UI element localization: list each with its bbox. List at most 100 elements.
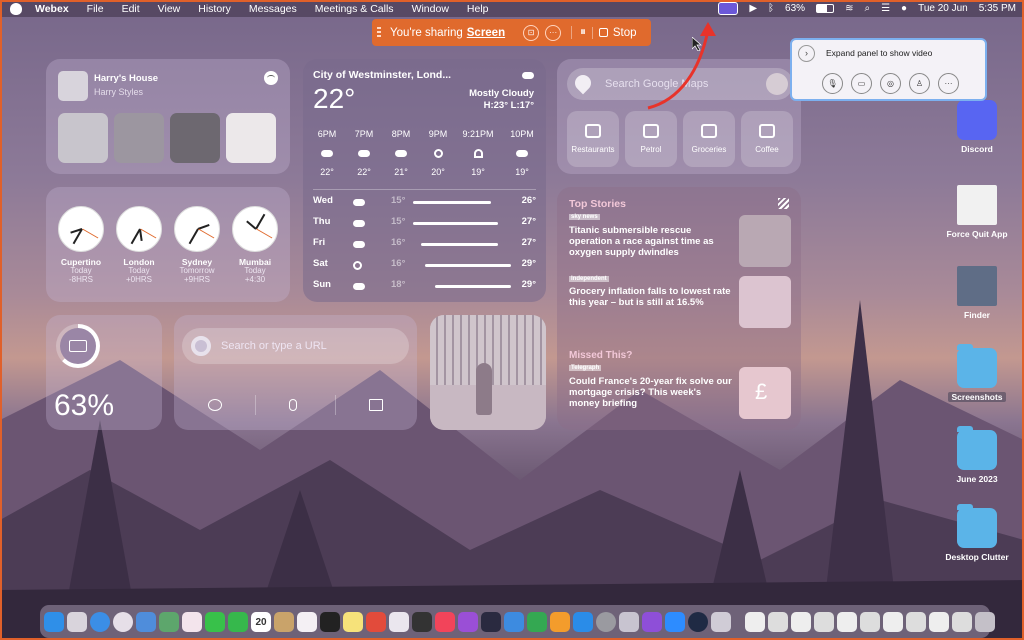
menu-history[interactable]: History <box>189 3 240 15</box>
document-icon[interactable] <box>952 611 972 632</box>
maps-category-coffee[interactable]: Coffee <box>741 111 793 167</box>
mail-icon[interactable] <box>136 611 156 632</box>
reminders-icon[interactable] <box>297 611 317 632</box>
photo-widget[interactable] <box>430 315 546 430</box>
menu-messages[interactable]: Messages <box>240 3 306 15</box>
world-clock-widget[interactable]: Cupertino Today -8HRS London Today +0HRS… <box>46 187 290 302</box>
menu-help[interactable]: Help <box>458 3 498 15</box>
numbers-icon[interactable] <box>527 611 547 632</box>
system-settings-icon[interactable] <box>596 611 616 632</box>
menu-edit[interactable]: Edit <box>113 3 149 15</box>
album-thumbnail[interactable] <box>226 113 276 163</box>
participants-button[interactable]: ♙ <box>909 73 930 94</box>
desktop-icon-june-2023[interactable]: June 2023 <box>937 426 1017 484</box>
control-center-icon[interactable]: ☰ <box>881 3 890 14</box>
news-headline[interactable]: Grocery inflation falls to lowest rate t… <box>569 286 734 308</box>
avatar[interactable] <box>766 73 788 95</box>
desktop-icon-finder[interactable]: Finder <box>937 266 1017 320</box>
siri-icon[interactable]: ● <box>901 3 907 14</box>
apple-icon[interactable] <box>10 2 22 15</box>
battery-widget[interactable]: 63% <box>46 315 162 430</box>
expand-chevron-icon[interactable]: › <box>798 45 815 62</box>
zoom-icon[interactable] <box>665 611 685 632</box>
preview-icon[interactable] <box>619 611 639 632</box>
webex-share-status-icon[interactable] <box>718 2 739 15</box>
battery-percent[interactable]: 63% <box>785 3 805 14</box>
news-thumbnail[interactable] <box>739 276 791 328</box>
menu-meetings-calls[interactable]: Meetings & Calls <box>306 3 403 15</box>
chrome-icon[interactable] <box>113 611 133 632</box>
launchpad-icon[interactable] <box>67 611 87 632</box>
facetime-icon[interactable] <box>228 611 248 632</box>
menu-app-name[interactable]: Webex <box>26 3 78 15</box>
keynote-icon[interactable] <box>504 611 524 632</box>
album-thumbnail[interactable] <box>170 113 220 163</box>
menu-view[interactable]: View <box>149 3 190 15</box>
incognito-icon[interactable] <box>208 399 222 411</box>
chrome-search-input[interactable]: Search or type a URL <box>182 328 409 364</box>
desktop-icon-discord[interactable]: Discord <box>937 100 1017 154</box>
freeform-icon[interactable] <box>320 611 340 632</box>
desktop-icon-desktop-clutter[interactable]: Desktop Clutter <box>937 504 1017 562</box>
podcasts-icon[interactable] <box>458 611 478 632</box>
app-store-icon[interactable] <box>573 611 593 632</box>
messages-icon[interactable] <box>205 611 225 632</box>
screenshot-app-icon[interactable] <box>711 611 731 632</box>
document-icon[interactable] <box>906 611 926 632</box>
document-icon[interactable] <box>837 611 857 632</box>
menu-time[interactable]: 5:35 PM <box>979 3 1016 14</box>
news-headline[interactable]: Could France's 20-year fix solve our mor… <box>569 376 734 409</box>
desktop-icon-screenshots[interactable]: Screenshots <box>937 344 1017 402</box>
news-thumbnail[interactable]: £ <box>739 367 791 419</box>
pause-button[interactable]: ⏸ <box>571 26 586 39</box>
music-widget[interactable]: Harry's House Harry Styles <box>46 59 290 174</box>
document-icon[interactable] <box>791 611 811 632</box>
battery-icon[interactable] <box>816 4 835 13</box>
microphone-icon[interactable] <box>289 399 297 411</box>
news-headline[interactable]: Titanic submersible rescue operation a r… <box>569 225 734 258</box>
menu-date[interactable]: Tue 20 Jun <box>918 3 968 14</box>
document-icon[interactable] <box>814 611 834 632</box>
album-thumbnail[interactable] <box>114 113 164 163</box>
search-icon[interactable]: ⌕ <box>864 3 870 14</box>
document-icon[interactable] <box>745 611 765 632</box>
webex-icon[interactable] <box>688 611 708 632</box>
calendar-icon[interactable]: 20 <box>251 611 271 632</box>
trash-icon[interactable] <box>975 611 995 632</box>
qr-code-icon[interactable] <box>369 399 383 411</box>
notes-icon[interactable] <box>343 611 363 632</box>
album-thumbnail[interactable] <box>58 113 108 163</box>
more-options-button[interactable]: ··· <box>545 24 562 41</box>
record-button[interactable]: ◎ <box>880 73 901 94</box>
play-icon[interactable]: ▶ <box>749 3 757 14</box>
document-icon[interactable] <box>929 611 949 632</box>
freeform-board-icon[interactable] <box>389 611 409 632</box>
news-thumbnail[interactable] <box>739 215 791 267</box>
wifi-icon[interactable]: ≋ <box>845 3 853 14</box>
maps-icon[interactable] <box>159 611 179 632</box>
share-content-button[interactable]: ⊡ <box>523 24 540 41</box>
photos-icon[interactable] <box>182 611 202 632</box>
desktop-icon-force-quit[interactable]: Force Quit App <box>937 185 1017 239</box>
menu-window[interactable]: Window <box>403 3 458 15</box>
camera-button[interactable]: ▭ <box>851 73 872 94</box>
menu-file[interactable]: File <box>78 3 113 15</box>
tv-icon[interactable] <box>412 611 432 632</box>
feedback-icon[interactable] <box>642 611 662 632</box>
drag-handle-icon[interactable] <box>377 26 381 39</box>
safari-icon[interactable] <box>90 611 110 632</box>
pages-icon[interactable] <box>550 611 570 632</box>
music-icon[interactable] <box>435 611 455 632</box>
document-icon[interactable] <box>768 611 788 632</box>
document-icon[interactable] <box>883 611 903 632</box>
microphone-button[interactable]: 🎙 <box>822 73 843 94</box>
weather-widget[interactable]: City of Westminster, Lond... 22° Mostly … <box>303 59 546 302</box>
sharing-screen-link[interactable]: Screen <box>467 27 505 39</box>
contacts-icon[interactable] <box>274 611 294 632</box>
bluetooth-icon[interactable]: ᛒ <box>768 3 774 14</box>
more-options-button[interactable]: ··· <box>938 73 959 94</box>
ide-icon[interactable] <box>481 611 501 632</box>
document-icon[interactable] <box>860 611 880 632</box>
brave-icon[interactable] <box>366 611 386 632</box>
finder-icon[interactable] <box>44 611 64 632</box>
